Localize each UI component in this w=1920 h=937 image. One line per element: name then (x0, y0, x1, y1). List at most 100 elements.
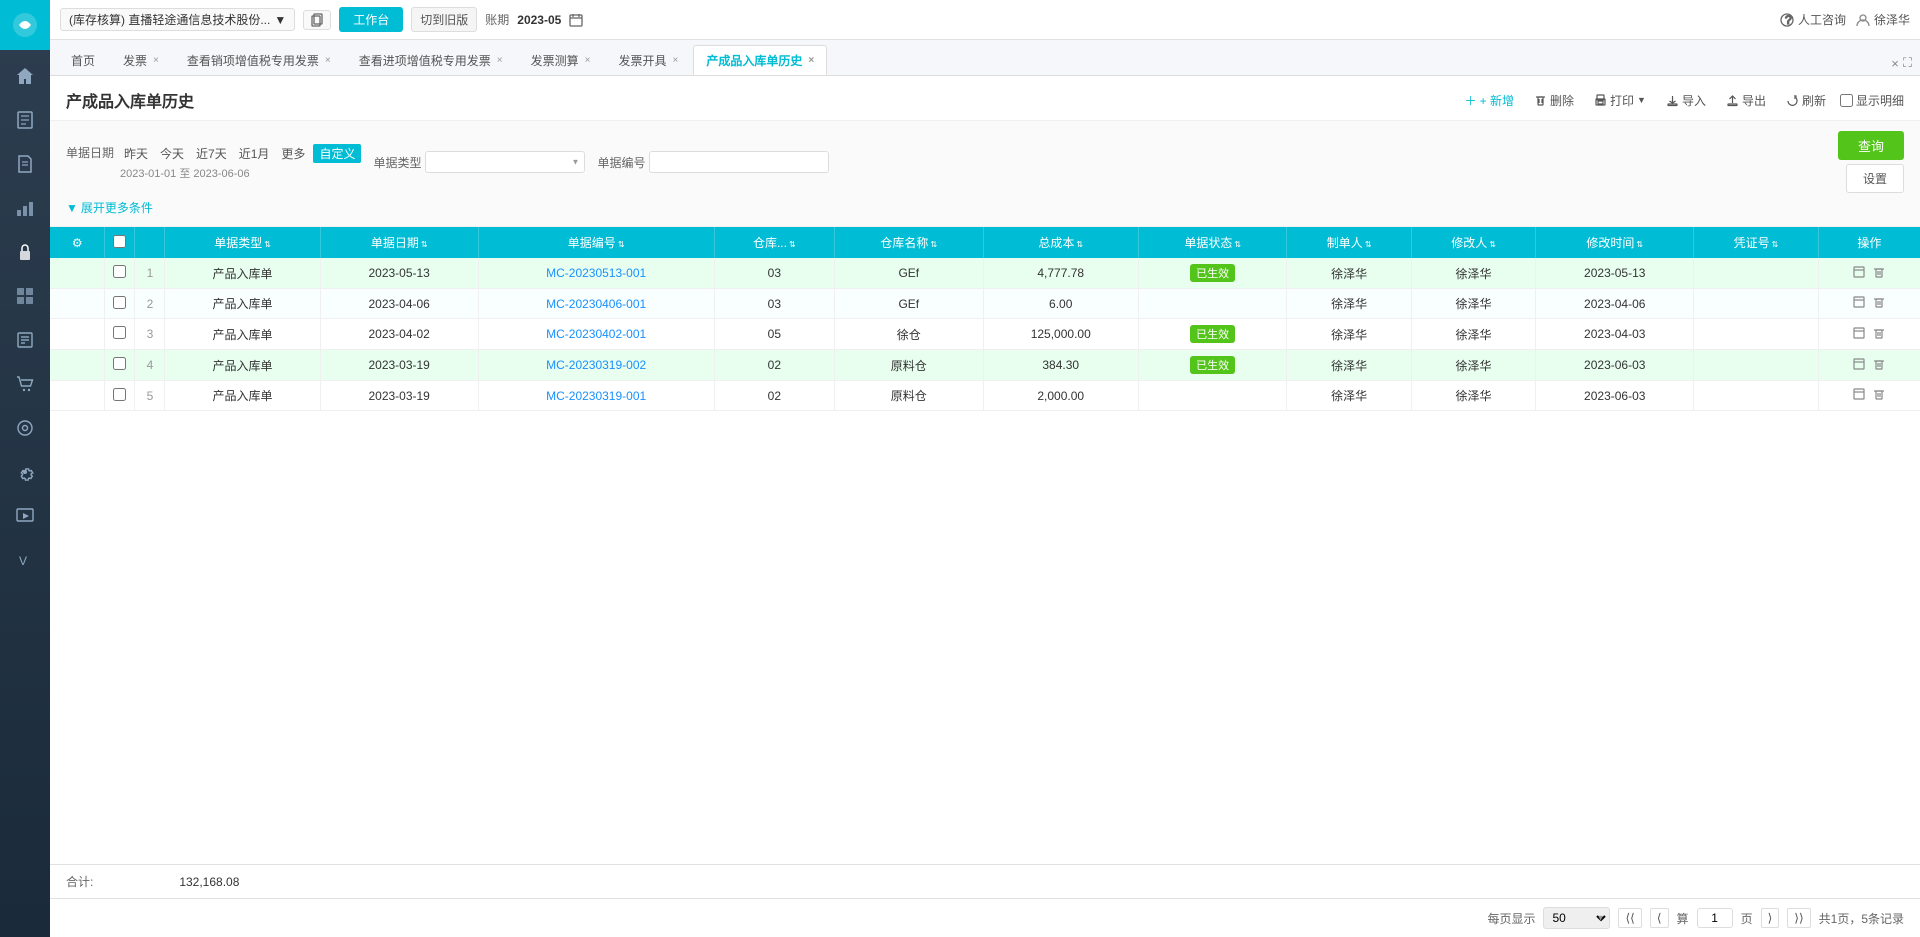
first-page-button[interactable]: ⟨⟨ (1618, 908, 1641, 928)
date-custom[interactable]: 自定义 (313, 144, 361, 163)
tab-invoice-close[interactable]: × (153, 55, 159, 66)
app-logo[interactable] (0, 0, 50, 50)
tab-invoice-issue[interactable]: 发票开具 × (605, 45, 691, 75)
cell-check-1[interactable] (105, 289, 135, 319)
filter-expand[interactable]: ▼ 展开更多条件 (66, 199, 1904, 216)
tab-invoice-calc[interactable]: 发票测算 × (518, 45, 604, 75)
setting-button[interactable]: 设置 (1846, 164, 1904, 193)
import-button[interactable]: 导入 (1660, 89, 1712, 112)
delete-icon-2[interactable] (1872, 326, 1886, 343)
delete-icon-0[interactable] (1872, 265, 1886, 282)
date-today[interactable]: 今天 (156, 144, 188, 163)
query-button[interactable]: 查询 (1838, 131, 1904, 160)
user-menu[interactable]: 徐泽华 (1856, 11, 1910, 28)
cell-number-1[interactable]: MC-20230406-001 (478, 289, 714, 319)
per-page-select[interactable]: 20 50 100 (1543, 907, 1610, 929)
tab-product-history-close[interactable]: × (808, 55, 814, 66)
show-detail-checkbox[interactable]: 显示明细 (1840, 92, 1904, 109)
tab-invoice[interactable]: 发票 × (110, 45, 172, 75)
delete-icon-3[interactable] (1872, 357, 1886, 374)
cell-check-2[interactable] (105, 319, 135, 350)
edit-icon-0[interactable] (1852, 265, 1866, 282)
sidebar-item-voucher[interactable] (0, 98, 50, 142)
company-selector[interactable]: (库存核算) 直播轻途通信息技术股份... ▼ (60, 8, 295, 31)
cell-number-3[interactable]: MC-20230319-002 (478, 350, 714, 381)
col-settings-header[interactable]: ⚙ (50, 227, 105, 258)
select-all-checkbox[interactable] (113, 235, 126, 248)
col-modifier-header[interactable]: 修改人⇅ (1411, 227, 1535, 258)
cell-number-0[interactable]: MC-20230513-001 (478, 258, 714, 289)
print-button[interactable]: 打印 ▼ (1588, 89, 1652, 112)
row-checkbox-3[interactable] (113, 357, 126, 370)
row-checkbox-1[interactable] (113, 296, 126, 309)
delete-icon-4[interactable] (1872, 387, 1886, 404)
sidebar-item-home[interactable] (0, 54, 50, 98)
number-filter-input[interactable] (649, 151, 829, 173)
next-page-button[interactable]: ⟩ (1761, 908, 1780, 928)
workbench-button[interactable]: 工作台 (339, 7, 403, 32)
col-status-header[interactable]: 单据状态⇅ (1138, 227, 1287, 258)
tab-close-all[interactable]: × (1891, 56, 1899, 71)
refresh-button[interactable]: 刷新 (1780, 89, 1832, 112)
col-modtime-header[interactable]: 修改时间⇅ (1536, 227, 1694, 258)
tab-purchase-invoice-close[interactable]: × (497, 55, 503, 66)
row-checkbox-4[interactable] (113, 388, 126, 401)
tab-maximize[interactable]: ⛶ (1903, 55, 1912, 71)
tab-sales-invoice-close[interactable]: × (325, 55, 331, 66)
cell-check-0[interactable] (105, 258, 135, 289)
cell-check-4[interactable] (105, 381, 135, 411)
sidebar-item-book[interactable] (0, 142, 50, 186)
sidebar-item-play[interactable] (0, 494, 50, 538)
edit-icon-4[interactable] (1852, 387, 1866, 404)
col-type-header[interactable]: 单据类型⇅ (165, 227, 320, 258)
sidebar-item-grid[interactable] (0, 274, 50, 318)
export-button[interactable]: 导出 (1720, 89, 1772, 112)
col-creator-header[interactable]: 制单人⇅ (1287, 227, 1411, 258)
col-total-header[interactable]: 总成本⇅ (983, 227, 1138, 258)
tab-product-history[interactable]: 产成品入库单历史 × (693, 45, 827, 75)
settings-gear-icon[interactable]: ⚙ (72, 236, 83, 250)
sidebar-item-lock[interactable] (0, 230, 50, 274)
cell-number-2[interactable]: MC-20230402-001 (478, 319, 714, 350)
sidebar-item-chart[interactable] (0, 186, 50, 230)
show-detail-input[interactable] (1840, 94, 1853, 107)
tab-home[interactable]: 首页 (58, 45, 108, 75)
sidebar-item-invoice[interactable] (0, 318, 50, 362)
tab-invoice-calc-close[interactable]: × (585, 55, 591, 66)
col-date-header[interactable]: 单据日期⇅ (320, 227, 478, 258)
help-button[interactable]: ? 人工咨询 (1780, 11, 1846, 28)
sidebar-item-tools[interactable] (0, 406, 50, 450)
tab-sales-invoice[interactable]: 查看销项增值税专用发票 × (174, 45, 344, 75)
type-filter-select[interactable]: 产品入库单 (425, 151, 585, 173)
prev-page-button[interactable]: ⟨ (1650, 908, 1669, 928)
col-check-header[interactable] (105, 227, 135, 258)
delete-icon-1[interactable] (1872, 295, 1886, 312)
date-yesterday[interactable]: 昨天 (120, 144, 152, 163)
delete-button[interactable]: 删除 (1528, 89, 1580, 112)
row-checkbox-0[interactable] (113, 265, 126, 278)
col-number-header[interactable]: 单据编号⇅ (478, 227, 714, 258)
page-input[interactable] (1697, 908, 1733, 928)
cell-number-4[interactable]: MC-20230319-001 (478, 381, 714, 411)
col-wh-code-header[interactable]: 仓库...⇅ (714, 227, 834, 258)
sidebar-item-cart[interactable] (0, 362, 50, 406)
switch-old-version-button[interactable]: 切到旧版 (411, 7, 477, 32)
sidebar-item-version[interactable]: V (0, 538, 50, 582)
date-1month[interactable]: 近1月 (235, 144, 274, 163)
edit-icon-2[interactable] (1852, 326, 1866, 343)
date-more[interactable]: 更多 (277, 144, 309, 163)
edit-icon-3[interactable] (1852, 357, 1866, 374)
document-copy-btn[interactable] (303, 10, 331, 30)
tab-invoice-issue-close[interactable]: × (672, 55, 678, 66)
sidebar-item-settings[interactable] (0, 450, 50, 494)
edit-icon-1[interactable] (1852, 295, 1866, 312)
col-wh-name-header[interactable]: 仓库名称⇅ (835, 227, 984, 258)
col-voucher-header[interactable]: 凭证号⇅ (1694, 227, 1818, 258)
calendar-icon[interactable] (569, 13, 583, 27)
date-7days[interactable]: 近7天 (192, 144, 231, 163)
row-checkbox-2[interactable] (113, 326, 126, 339)
new-button[interactable]: ＋ + 新增 (1459, 89, 1520, 112)
tab-purchase-invoice[interactable]: 查看进项增值税专用发票 × (346, 45, 516, 75)
last-page-button[interactable]: ⟩⟩ (1787, 908, 1810, 928)
cell-check-3[interactable] (105, 350, 135, 381)
